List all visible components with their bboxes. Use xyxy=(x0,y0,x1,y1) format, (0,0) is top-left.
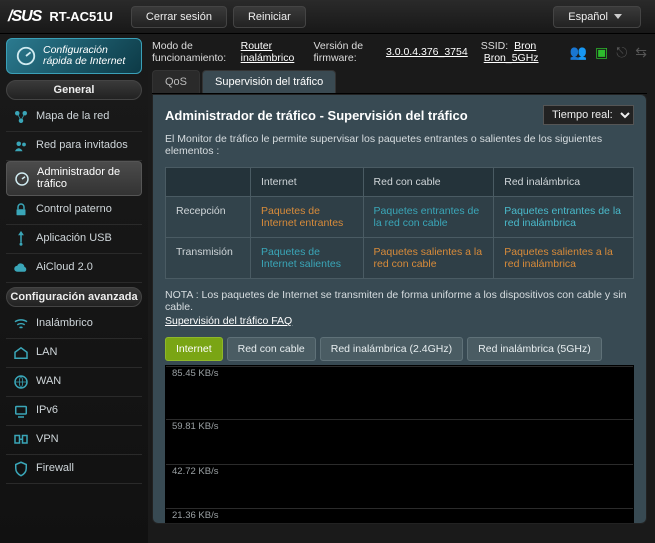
usb-status-icon[interactable]: ⎋ xyxy=(616,44,627,61)
chevron-down-icon xyxy=(614,14,622,19)
traffic-table: Internet Red con cable Red inalámbrica R… xyxy=(165,167,634,279)
lan-icon xyxy=(12,344,30,362)
link-wireless-out[interactable]: Paquetes salientes a la red inalámbrica xyxy=(504,246,613,270)
sidebar-item-label: IPv6 xyxy=(36,405,58,417)
sidebar-item-wireless[interactable]: Inalámbrico xyxy=(6,310,142,339)
model-name: RT-AC51U xyxy=(49,9,113,24)
row-reception: Recepción xyxy=(166,197,251,238)
ssid-label: SSID: xyxy=(481,40,508,52)
globe-icon xyxy=(12,373,30,391)
link-status-icon[interactable]: ▣ xyxy=(595,44,608,61)
panel-description: El Monitor de tráfico le permite supervi… xyxy=(165,133,634,157)
y-tick: 59.81 KB/s xyxy=(166,419,633,432)
tab-traffic-monitor[interactable]: Supervisión del tráfico xyxy=(202,70,336,93)
sidebar-item-label: Mapa de la red xyxy=(36,111,109,123)
lock-icon xyxy=(12,201,30,219)
content-panel: Administrador de tráfico - Supervisión d… xyxy=(152,94,647,524)
ssid-5-link[interactable]: Bron_5GHz xyxy=(484,52,539,64)
tab-strip-primary: QoS Supervisión del tráfico xyxy=(152,70,647,94)
ssid-24-link[interactable]: Bron xyxy=(514,40,536,52)
logout-button[interactable]: Cerrar sesión xyxy=(131,6,227,28)
y-tick: 85.45 KB/s xyxy=(166,366,633,379)
tab-strip-interfaces: Internet Red con cable Red inalámbrica (… xyxy=(165,337,634,361)
sidebar: Configuración rápida de Internet General… xyxy=(0,34,148,543)
link-wired-out[interactable]: Paquetes salientes a la red con cable xyxy=(374,246,483,270)
sidebar-item-label: Administrador de tráfico xyxy=(37,167,135,190)
tab-iface-wl5[interactable]: Red inalámbrica (5GHz) xyxy=(467,337,602,361)
col-wired: Red con cable xyxy=(363,168,494,197)
status-icons: 👥 ▣ ⎋ ⇆ xyxy=(570,44,647,61)
language-label: Español xyxy=(568,11,608,23)
sidebar-item-ipv6[interactable]: IPv6 xyxy=(6,397,142,426)
cloud-icon xyxy=(12,259,30,277)
top-bar: /SUS RT-AC51U Cerrar sesión Reiniciar Es… xyxy=(0,0,655,34)
sidebar-item-wan[interactable]: WAN xyxy=(6,368,142,397)
traffic-icon xyxy=(13,170,31,188)
panel-title: Administrador de tráfico - Supervisión d… xyxy=(165,108,543,123)
mode-value-link[interactable]: Router inalámbrico xyxy=(241,40,305,64)
guest-icon xyxy=(12,137,30,155)
tab-iface-internet[interactable]: Internet xyxy=(165,337,223,361)
network-map-icon xyxy=(12,108,30,126)
sidebar-item-lan[interactable]: LAN xyxy=(6,339,142,368)
y-tick: 42.72 KB/s xyxy=(166,464,633,477)
nav-heading-general: General xyxy=(6,80,142,100)
wifi-icon xyxy=(12,315,30,333)
sidebar-item-label: WAN xyxy=(36,376,61,388)
quick-setup-button[interactable]: Configuración rápida de Internet xyxy=(6,38,142,74)
mode-label: Modo de funcionamiento: xyxy=(152,40,238,64)
ipv6-icon xyxy=(12,402,30,420)
row-transmission: Transmisión xyxy=(166,238,251,279)
col-wireless: Red inalámbrica xyxy=(494,168,634,197)
sidebar-item-firewall[interactable]: Firewall xyxy=(6,455,142,484)
nav-advanced: Inalámbrico LAN WAN IPv6 VPN Firewall xyxy=(6,310,142,484)
tab-iface-wl24[interactable]: Red inalámbrica (2.4GHz) xyxy=(320,337,463,361)
link-wired-in[interactable]: Paquetes entrantes de la red con cable xyxy=(374,205,480,229)
shield-icon xyxy=(12,460,30,478)
nav-heading-advanced: Configuración avanzada xyxy=(6,287,142,307)
firmware-link[interactable]: 3.0.0.4.376_3754 xyxy=(386,46,468,58)
traffic-graph: 85.45 KB/s 59.81 KB/s 42.72 KB/s 21.36 K… xyxy=(165,365,634,524)
sidebar-item-network-map[interactable]: Mapa de la red xyxy=(6,103,142,132)
sidebar-item-vpn[interactable]: VPN xyxy=(6,426,142,455)
language-select[interactable]: Español xyxy=(553,6,647,28)
firmware-label: Versión de firmware: xyxy=(313,40,383,64)
sidebar-item-label: AiCloud 2.0 xyxy=(36,262,93,274)
brand-logo: /SUS xyxy=(8,8,41,26)
sidebar-item-aicloud[interactable]: AiCloud 2.0 xyxy=(6,254,142,283)
link-internet-out[interactable]: Paquetes de Internet salientes xyxy=(261,246,341,270)
sidebar-item-label: Control paterno xyxy=(36,204,112,216)
col-internet: Internet xyxy=(251,168,364,197)
panel-note: NOTA : Los paquetes de Internet se trans… xyxy=(165,289,634,313)
vpn-icon xyxy=(12,431,30,449)
sidebar-item-label: Firewall xyxy=(36,463,74,475)
main-area: Modo de funcionamiento: Router inalámbri… xyxy=(148,34,655,543)
tab-iface-wired[interactable]: Red con cable xyxy=(227,337,316,361)
sidebar-item-label: LAN xyxy=(36,347,57,359)
sidebar-item-label: VPN xyxy=(36,434,59,446)
reboot-button[interactable]: Reiniciar xyxy=(233,6,306,28)
sidebar-item-guest-network[interactable]: Red para invitados xyxy=(6,132,142,161)
timeframe-select[interactable]: Tiempo real: xyxy=(543,105,634,125)
usb-icon xyxy=(12,230,30,248)
nav-general: Mapa de la red Red para invitados Admini… xyxy=(6,103,142,283)
tab-qos[interactable]: QoS xyxy=(152,70,200,93)
link-internet-in[interactable]: Paquetes de Internet entrantes xyxy=(261,205,343,229)
sidebar-item-parental[interactable]: Control paterno xyxy=(6,196,142,225)
gauge-icon xyxy=(15,45,37,67)
sidebar-item-label: Red para invitados xyxy=(36,140,128,152)
wifi-status-icon[interactable]: ⇆ xyxy=(635,44,647,61)
link-wireless-in[interactable]: Paquetes entrantes de la red inalámbrica xyxy=(504,205,621,229)
sidebar-item-label: Aplicación USB xyxy=(36,233,112,245)
y-tick: 21.36 KB/s xyxy=(166,508,633,521)
quick-setup-label: Configuración rápida de Internet xyxy=(43,45,133,67)
faq-link[interactable]: Supervisión del tráfico FAQ xyxy=(165,315,292,327)
users-icon[interactable]: 👥 xyxy=(570,44,587,61)
sidebar-item-traffic-manager[interactable]: Administrador de tráfico xyxy=(6,161,142,196)
sidebar-item-label: Inalámbrico xyxy=(36,318,93,330)
info-bar: Modo de funcionamiento: Router inalámbri… xyxy=(152,38,647,68)
sidebar-item-usb-app[interactable]: Aplicación USB xyxy=(6,225,142,254)
